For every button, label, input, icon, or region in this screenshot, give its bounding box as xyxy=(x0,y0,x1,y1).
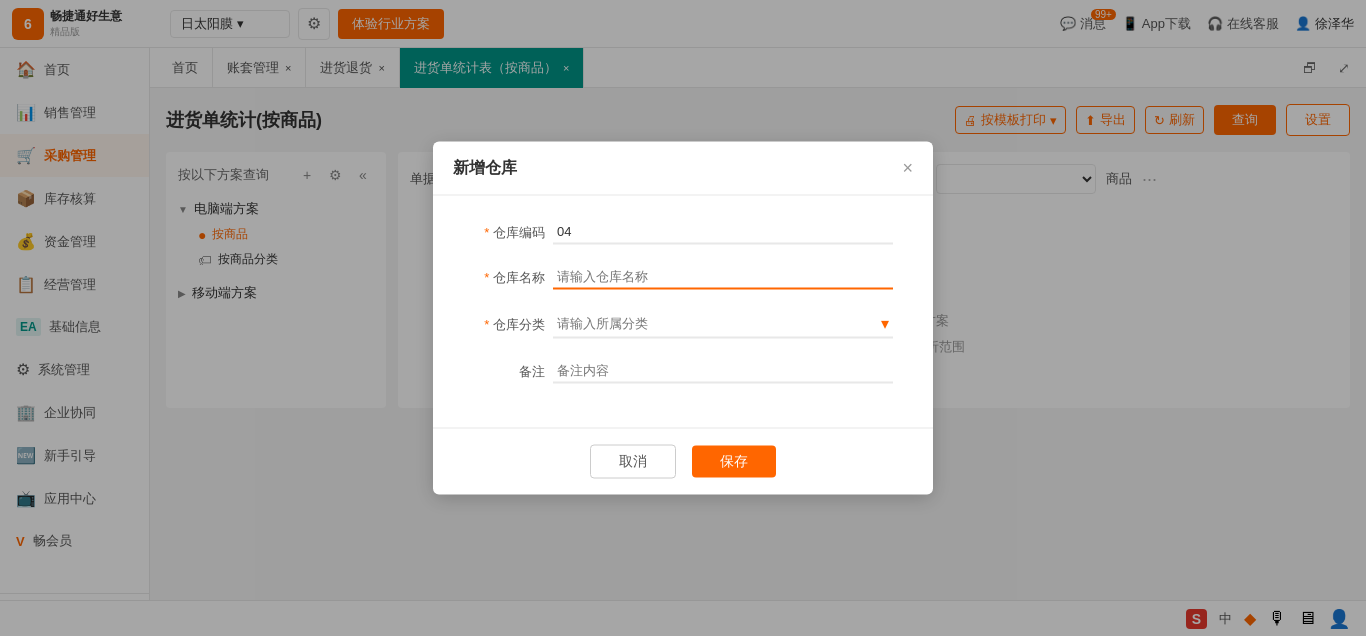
note-input[interactable] xyxy=(553,359,893,384)
modal-footer: 取消 保存 xyxy=(433,428,933,495)
form-row-code: 仓库编码 xyxy=(473,220,893,245)
form-row-category: 仓库分类 ▾ xyxy=(473,310,893,339)
form-row-name: 仓库名称 xyxy=(473,265,893,290)
modal-body: 仓库编码 仓库名称 仓库分类 ▾ 备注 xyxy=(433,196,933,428)
new-warehouse-modal: 新增仓库 × 仓库编码 仓库名称 仓库分类 ▾ 备注 取消 保存 xyxy=(433,142,933,495)
modal-header: 新增仓库 × xyxy=(433,142,933,196)
code-input[interactable] xyxy=(553,220,893,245)
category-select[interactable] xyxy=(557,316,881,331)
category-select-wrap[interactable]: ▾ xyxy=(553,310,893,339)
note-label: 备注 xyxy=(473,362,553,380)
name-label: 仓库名称 xyxy=(473,268,553,286)
category-label: 仓库分类 xyxy=(473,315,553,333)
save-button[interactable]: 保存 xyxy=(692,446,776,478)
modal-title: 新增仓库 xyxy=(453,158,517,179)
cancel-button[interactable]: 取消 xyxy=(590,445,676,479)
modal-close-button[interactable]: × xyxy=(902,158,913,179)
category-dropdown-icon: ▾ xyxy=(881,314,889,333)
form-row-note: 备注 xyxy=(473,359,893,384)
name-input[interactable] xyxy=(553,265,893,290)
code-label: 仓库编码 xyxy=(473,223,553,241)
